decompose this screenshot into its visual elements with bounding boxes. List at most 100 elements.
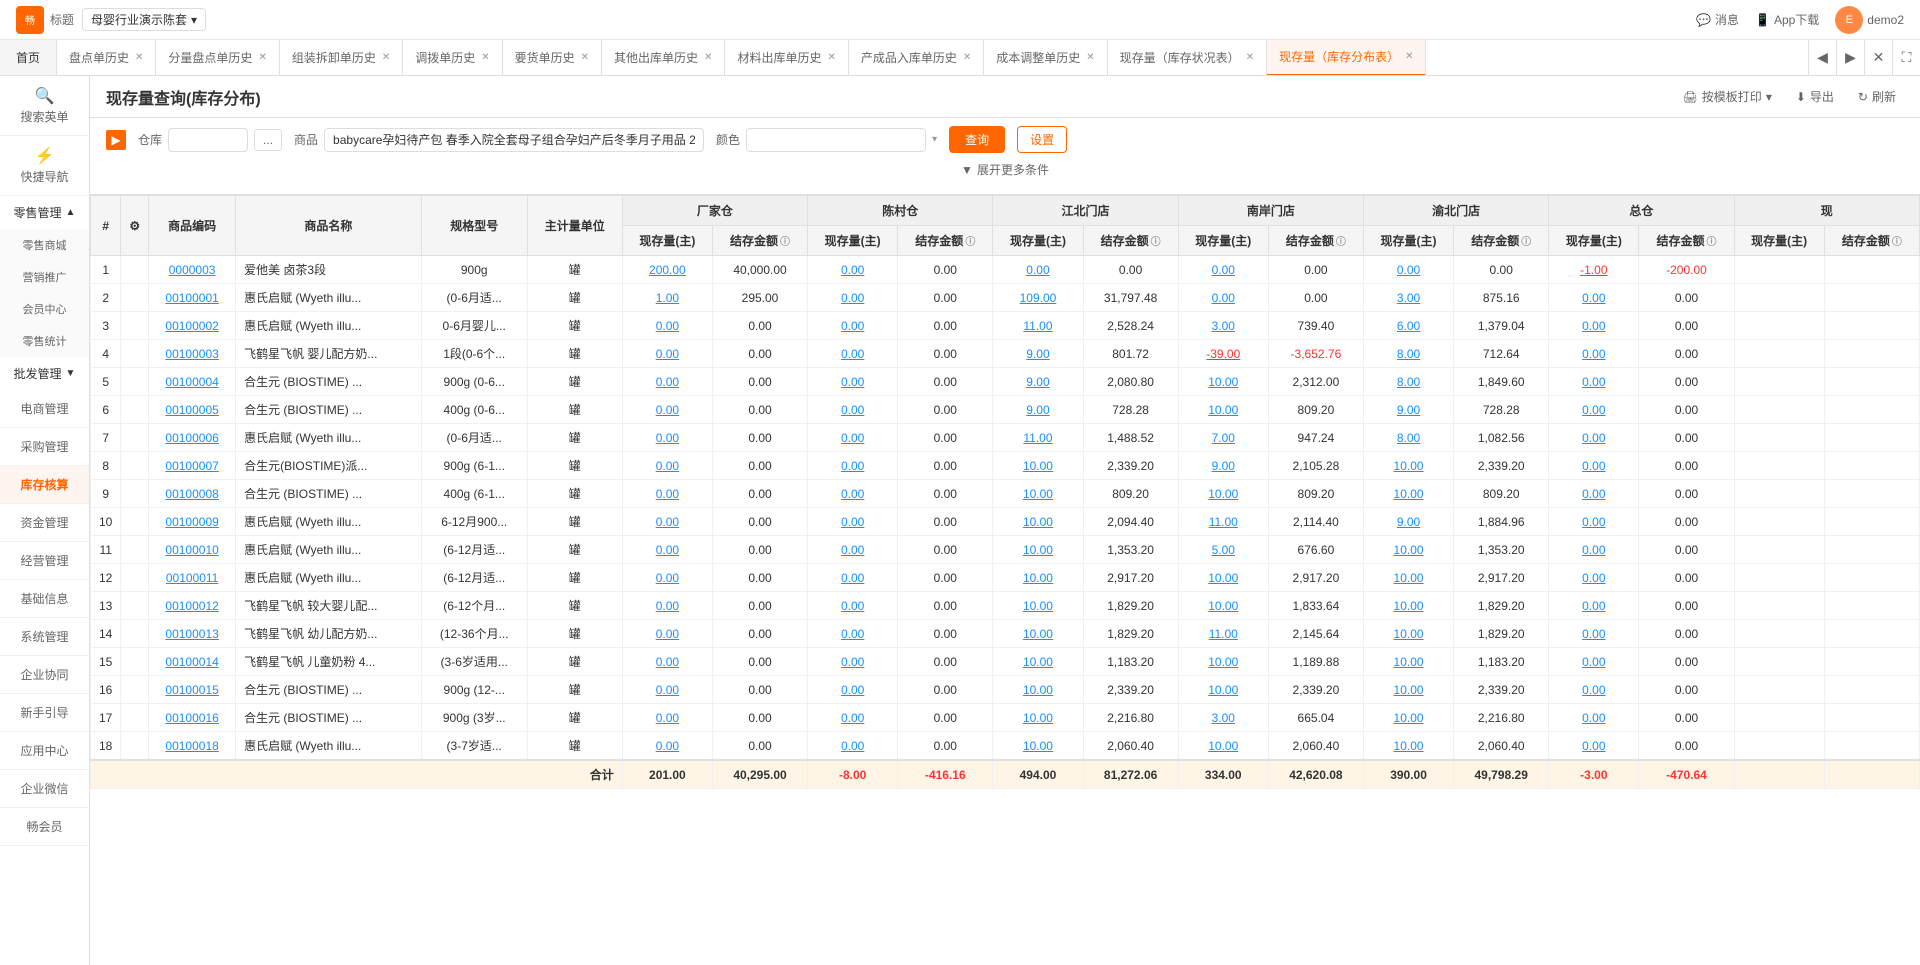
tab-close-icon[interactable]: ✕ (135, 52, 143, 63)
row-total-stock[interactable]: 0.00 (1549, 508, 1639, 536)
tab-cost-adjust[interactable]: 成本调整单历史 ✕ (984, 40, 1107, 76)
export-btn[interactable]: ⬇ 导出 (1788, 84, 1842, 109)
settings-btn[interactable]: 设置 (1017, 126, 1067, 153)
tab-stock-status[interactable]: 现存量（库存状况表） ✕ (1108, 40, 1267, 76)
row-chenlu-stock[interactable]: 0.00 (808, 480, 898, 508)
row-chenlu-stock[interactable]: 0.00 (808, 368, 898, 396)
row-jiangbei-stock[interactable]: 10.00 (993, 704, 1083, 732)
row-yubeifu-stock[interactable]: 8.00 (1363, 368, 1453, 396)
store-selector[interactable]: 母婴行业演示陈套 ▾ (82, 8, 206, 31)
row-chenlu-stock[interactable]: 0.00 (808, 256, 898, 284)
row-code[interactable]: 00100011 (149, 564, 236, 592)
row-factory-stock[interactable]: 0.00 (622, 312, 712, 340)
row-nanan-stock[interactable]: 0.00 (1178, 284, 1268, 312)
row-nanan-stock[interactable]: 10.00 (1178, 732, 1268, 761)
row-yubeifu-stock[interactable]: 0.00 (1363, 256, 1453, 284)
row-factory-stock[interactable]: 0.00 (622, 368, 712, 396)
tab-close-icon[interactable]: ✕ (704, 52, 712, 63)
sidebar-item-member-plus[interactable]: 畅会员 (0, 808, 89, 846)
info-icon[interactable]: ⓘ (1892, 237, 1902, 248)
row-chenlu-stock[interactable]: 0.00 (808, 676, 898, 704)
row-yubeifu-stock[interactable]: 10.00 (1363, 648, 1453, 676)
tab-close-icon[interactable]: ✕ (963, 52, 971, 63)
row-jiangbei-stock[interactable]: 10.00 (993, 592, 1083, 620)
row-nanan-stock[interactable]: 3.00 (1178, 312, 1268, 340)
row-jiangbei-stock[interactable]: 10.00 (993, 452, 1083, 480)
row-factory-stock[interactable]: 0.00 (622, 340, 712, 368)
row-total-stock[interactable]: 0.00 (1549, 340, 1639, 368)
row-chenlu-stock[interactable]: 0.00 (808, 284, 898, 312)
row-nanan-stock[interactable]: 10.00 (1178, 396, 1268, 424)
tab-close-icon[interactable]: ✕ (258, 52, 266, 63)
info-icon[interactable]: ⓘ (1521, 237, 1531, 248)
row-factory-stock[interactable]: 0.00 (622, 396, 712, 424)
row-jiangbei-stock[interactable]: 10.00 (993, 648, 1083, 676)
row-nanan-stock[interactable]: 10.00 (1178, 592, 1268, 620)
user-area[interactable]: E demo2 (1835, 6, 1904, 34)
row-total-stock[interactable]: 0.00 (1549, 424, 1639, 452)
row-total-stock[interactable]: 0.00 (1549, 284, 1639, 312)
row-code[interactable]: 00100008 (149, 480, 236, 508)
tab-close-all-btn[interactable]: ✕ (1864, 40, 1892, 76)
row-jiangbei-stock[interactable]: 0.00 (993, 256, 1083, 284)
row-jiangbei-stock[interactable]: 109.00 (993, 284, 1083, 312)
tab-close-icon[interactable]: ✕ (1405, 51, 1413, 62)
row-yubeifu-stock[interactable]: 6.00 (1363, 312, 1453, 340)
goods-input[interactable] (324, 128, 704, 152)
tab-home[interactable]: 首页 (0, 40, 57, 76)
row-factory-stock[interactable]: 0.00 (622, 452, 712, 480)
row-jiangbei-stock[interactable]: 10.00 (993, 508, 1083, 536)
tab-close-icon[interactable]: ✕ (481, 52, 489, 63)
info-icon[interactable]: ⓘ (780, 237, 790, 248)
row-jiangbei-stock[interactable]: 10.00 (993, 536, 1083, 564)
row-code[interactable]: 00100013 (149, 620, 236, 648)
tab-expand-btn[interactable]: ⛶ (1892, 40, 1920, 76)
row-yubeifu-stock[interactable]: 8.00 (1363, 424, 1453, 452)
tab-close-icon[interactable]: ✕ (1086, 52, 1094, 63)
row-code[interactable]: 00100018 (149, 732, 236, 761)
row-nanan-stock[interactable]: 10.00 (1178, 368, 1268, 396)
sidebar-item-purchase[interactable]: 采购管理 (0, 428, 89, 466)
sidebar-item-marketing[interactable]: 营销推广 (0, 261, 89, 293)
row-yubeifu-stock[interactable]: 10.00 (1363, 564, 1453, 592)
print-btn[interactable]: 🖨 按模板打印 ▾ (1675, 84, 1780, 109)
row-yubeifu-stock[interactable]: 10.00 (1363, 480, 1453, 508)
search-btn[interactable]: 查询 (949, 126, 1005, 153)
row-jiangbei-stock[interactable]: 10.00 (993, 676, 1083, 704)
warehouse-ellipsis-btn[interactable]: ... (254, 129, 282, 151)
app-download-btn[interactable]: 📱 App下载 (1755, 11, 1819, 28)
row-total-stock[interactable]: 0.00 (1549, 396, 1639, 424)
row-factory-stock[interactable]: 0.00 (622, 732, 712, 761)
row-jiangbei-stock[interactable]: 11.00 (993, 424, 1083, 452)
sidebar-item-retail-stats[interactable]: 零售统计 (0, 325, 89, 357)
sidebar-item-system[interactable]: 系统管理 (0, 618, 89, 656)
row-nanan-stock[interactable]: 10.00 (1178, 564, 1268, 592)
row-yubeifu-stock[interactable]: 10.00 (1363, 536, 1453, 564)
row-yubeifu-stock[interactable]: 10.00 (1363, 452, 1453, 480)
row-factory-stock[interactable]: 0.00 (622, 508, 712, 536)
row-code[interactable]: 00100014 (149, 648, 236, 676)
row-code[interactable]: 00100010 (149, 536, 236, 564)
row-chenlu-stock[interactable]: 0.00 (808, 452, 898, 480)
sidebar-item-wholesale[interactable]: 批发管理 ▼ (0, 357, 89, 390)
tab-finished-inbound[interactable]: 产成品入库单历史 ✕ (849, 40, 984, 76)
row-jiangbei-stock[interactable]: 10.00 (993, 620, 1083, 648)
sidebar-item-retail-mall[interactable]: 零售商城 (0, 229, 89, 261)
tab-other-outbound[interactable]: 其他出库单历史 ✕ (602, 40, 725, 76)
row-total-stock[interactable]: 0.00 (1549, 704, 1639, 732)
info-icon[interactable]: ⓘ (1336, 237, 1346, 248)
sidebar-item-finance[interactable]: 资金管理 (0, 504, 89, 542)
row-nanan-stock[interactable]: -39.00 (1178, 340, 1268, 368)
row-code[interactable]: 00100007 (149, 452, 236, 480)
row-nanan-stock[interactable]: 9.00 (1178, 452, 1268, 480)
row-yubeifu-stock[interactable]: 8.00 (1363, 340, 1453, 368)
row-nanan-stock[interactable]: 3.00 (1178, 704, 1268, 732)
color-input[interactable] (746, 128, 926, 152)
row-total-stock[interactable]: -1.00 (1549, 256, 1639, 284)
row-jiangbei-stock[interactable]: 9.00 (993, 340, 1083, 368)
row-code[interactable]: 00100009 (149, 508, 236, 536)
row-code[interactable]: 0000003 (149, 256, 236, 284)
row-chenlu-stock[interactable]: 0.00 (808, 648, 898, 676)
info-icon[interactable]: ⓘ (1151, 237, 1161, 248)
tab-close-icon[interactable]: ✕ (382, 52, 390, 63)
